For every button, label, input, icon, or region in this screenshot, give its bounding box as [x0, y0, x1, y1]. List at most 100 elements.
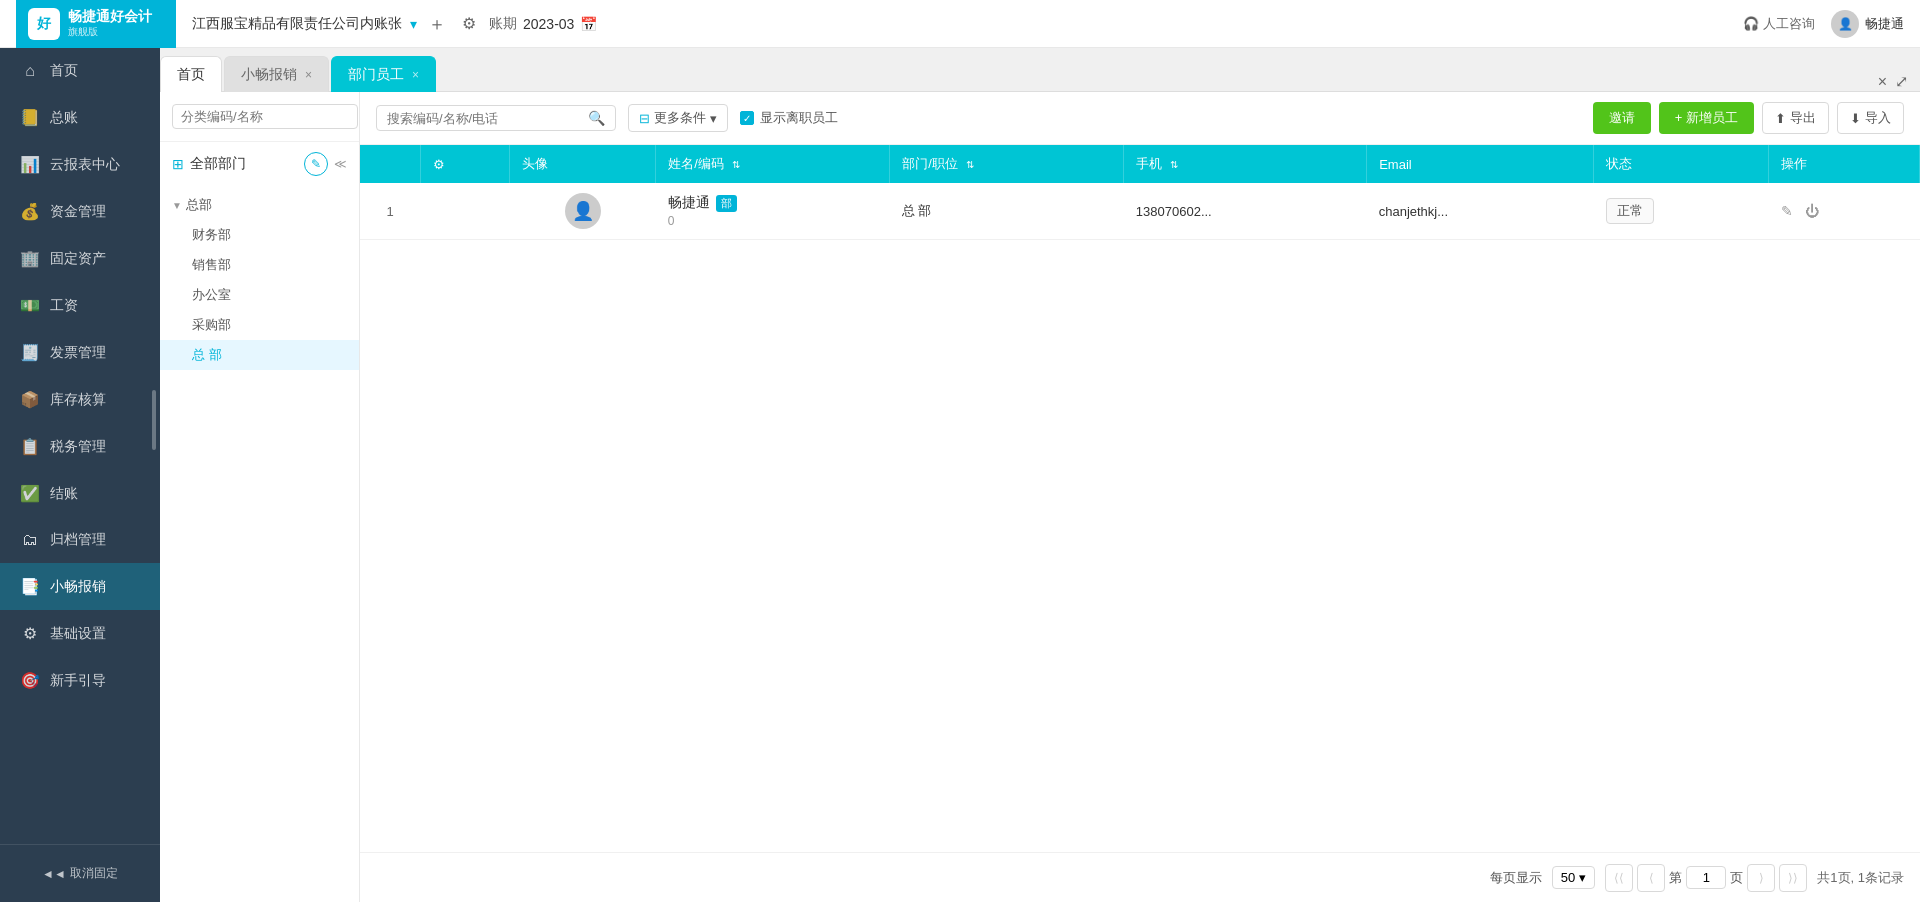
add-company-icon[interactable]: ＋ [425, 12, 449, 36]
dept-child-label: 财务部 [192, 227, 231, 242]
cancel-fixed-button[interactable]: ◄◄ 取消固定 [0, 857, 160, 890]
sidebar-item-ledger[interactable]: 📒 总账 [0, 94, 160, 141]
tab-dept-employee-close[interactable]: × [412, 68, 419, 82]
sidebar-item-fixed-assets[interactable]: 🏢 固定资产 [0, 235, 160, 282]
sidebar-item-assets-mgmt[interactable]: 💰 资金管理 [0, 188, 160, 235]
dept-search-input[interactable] [172, 104, 358, 129]
dept-child-sales[interactable]: 销售部 [160, 250, 359, 280]
sidebar-item-checkout[interactable]: ✅ 结账 [0, 470, 160, 517]
col-action: 操作 [1769, 145, 1920, 183]
invite-button[interactable]: 邀请 [1593, 102, 1651, 134]
tab-expand-icon[interactable]: ⤢ [1895, 72, 1908, 91]
page-input[interactable] [1686, 866, 1726, 889]
tab-xiaochang[interactable]: 小畅报销 × [224, 56, 329, 92]
emp-code: 0 [668, 214, 878, 228]
sort-name-icon: ⇅ [732, 159, 740, 170]
import-button[interactable]: ⬇ 导入 [1837, 102, 1904, 134]
logo-area: 好 畅捷通好会计 旗舰版 [16, 0, 176, 48]
page-last-button[interactable]: ⟩⟩ [1779, 864, 1807, 892]
col-name[interactable]: 姓名/编码 ⇅ [656, 145, 890, 183]
settings-icon[interactable]: ⚙ [457, 12, 481, 36]
sidebar-item-invoice[interactable]: 🧾 发票管理 [0, 329, 160, 376]
archive-icon: 🗂 [20, 531, 40, 549]
col-settings-icon[interactable]: ⚙ [433, 157, 445, 172]
name-cell: 畅捷通 部 0 [668, 194, 878, 228]
sidebar-item-tax[interactable]: 📋 税务管理 [0, 423, 160, 470]
logo-text-area: 畅捷通好会计 旗舰版 [68, 8, 152, 39]
page-prev-button[interactable]: ⟨ [1637, 864, 1665, 892]
dept-child-office[interactable]: 办公室 [160, 280, 359, 310]
dept-child-finance[interactable]: 财务部 [160, 220, 359, 250]
period-label: 账期 [489, 15, 517, 33]
show-resigned-label: 显示离职员工 [760, 109, 838, 127]
dept-badge: 部 [716, 195, 737, 212]
user-area[interactable]: 👤 畅捷通 [1831, 10, 1904, 38]
col-dept[interactable]: 部门/职位 ⇅ [890, 145, 1124, 183]
sort-dept-icon: ⇅ [966, 159, 974, 170]
dept-child-label: 办公室 [192, 287, 231, 302]
cell-phone: 138070602... [1124, 183, 1367, 240]
company-dropdown-icon[interactable]: ▾ [410, 16, 417, 32]
sidebar-item-label: 固定资产 [50, 250, 106, 268]
tab-home-label: 首页 [177, 66, 205, 84]
show-resigned-toggle[interactable]: ✓ 显示离职员工 [740, 109, 838, 127]
content-area: 首页 小畅报销 × 部门员工 × × ⤢ 🔍 [160, 48, 1920, 902]
tab-xiaochang-close[interactable]: × [305, 68, 312, 82]
dept-parent-label: 总部 [186, 196, 212, 214]
main-layout: ⌂ 首页 📒 总账 📊 云报表中心 💰 资金管理 🏢 固定资产 💵 工资 🧾 发… [0, 48, 1920, 902]
edit-employee-button[interactable]: ✎ [1781, 203, 1793, 219]
filter-button[interactable]: ⊟ 更多条件 ▾ [628, 104, 728, 132]
cell-index: 1 [360, 183, 420, 240]
dept-edit-button[interactable]: ✎ [304, 152, 328, 176]
sidebar-item-basic-settings[interactable]: ⚙ 基础设置 [0, 610, 160, 657]
sidebar-item-label: 归档管理 [50, 531, 106, 549]
page-size-select[interactable]: 50 ▾ [1552, 866, 1595, 889]
scroll-thumb [152, 390, 156, 450]
sidebar-item-salary[interactable]: 💵 工资 [0, 282, 160, 329]
tab-close-window-icon[interactable]: × [1878, 73, 1887, 91]
import-label: 导入 [1865, 109, 1891, 127]
show-resigned-checkbox[interactable]: ✓ [740, 111, 754, 125]
cell-email: chanjethkj... [1367, 183, 1594, 240]
cell-avatar: 👤 [510, 183, 656, 240]
page-first-button[interactable]: ⟨⟨ [1605, 864, 1633, 892]
tab-dept-employee[interactable]: 部门员工 × [331, 56, 436, 92]
service-button[interactable]: 🎧 人工咨询 [1743, 15, 1815, 33]
page-size-label: 每页显示 [1490, 869, 1542, 887]
page-nav: ⟨⟨ ⟨ 第 页 ⟩ ⟩⟩ [1605, 864, 1807, 892]
dept-all-label[interactable]: 全部部门 [190, 155, 298, 173]
col-settings[interactable]: ⚙ [420, 145, 510, 183]
tab-home[interactable]: 首页 [160, 56, 222, 92]
sidebar-item-home[interactable]: ⌂ 首页 [0, 48, 160, 94]
calendar-icon[interactable]: 📅 [580, 16, 597, 32]
page-suffix-label: 页 [1730, 869, 1743, 887]
app-badge: 旗舰版 [68, 25, 152, 39]
arrow-left-icon: ◄◄ [42, 867, 66, 881]
page-next-button[interactable]: ⟩ [1747, 864, 1775, 892]
sidebar-item-newcomer[interactable]: 🎯 新手引导 [0, 657, 160, 704]
dept-parent-general[interactable]: 总部 [160, 190, 359, 220]
period-value[interactable]: 2023-03 [523, 16, 574, 32]
dept-child-purchase[interactable]: 采购部 [160, 310, 359, 340]
add-employee-button[interactable]: + 新增员工 [1659, 102, 1754, 134]
action-buttons: ✎ ⏻ [1781, 203, 1908, 219]
col-phone[interactable]: 手机 ⇅ [1124, 145, 1367, 183]
sidebar-item-reports[interactable]: 📊 云报表中心 [0, 141, 160, 188]
dept-child-total[interactable]: 总 部 [160, 340, 359, 370]
employee-toolbar: 🔍 ⊟ 更多条件 ▾ ✓ 显示离职员工 邀请 + 新增员工 [360, 92, 1920, 145]
export-button[interactable]: ⬆ 导出 [1762, 102, 1829, 134]
sidebar-item-inventory[interactable]: 📦 库存核算 [0, 376, 160, 423]
tab-actions: × ⤢ [1866, 72, 1920, 91]
sidebar-item-xiaochang[interactable]: 📑 小畅报销 [0, 563, 160, 610]
logout-employee-button[interactable]: ⏻ [1805, 203, 1819, 219]
employee-search-input[interactable] [387, 111, 582, 126]
sidebar-item-label: 总账 [50, 109, 78, 127]
sidebar: ⌂ 首页 📒 总账 📊 云报表中心 💰 资金管理 🏢 固定资产 💵 工资 🧾 发… [0, 48, 160, 902]
page-input-wrap: 第 页 [1669, 866, 1743, 889]
cancel-fixed-label: 取消固定 [70, 865, 118, 882]
dept-collapse-icon[interactable]: ≪ [334, 157, 347, 171]
sidebar-item-archive[interactable]: 🗂 归档管理 [0, 517, 160, 563]
search-icon[interactable]: 🔍 [588, 110, 605, 126]
dept-header: ⊞ 全部部门 ✎ ≪ [160, 142, 359, 186]
dept-grid-icon: ⊞ [172, 156, 184, 172]
